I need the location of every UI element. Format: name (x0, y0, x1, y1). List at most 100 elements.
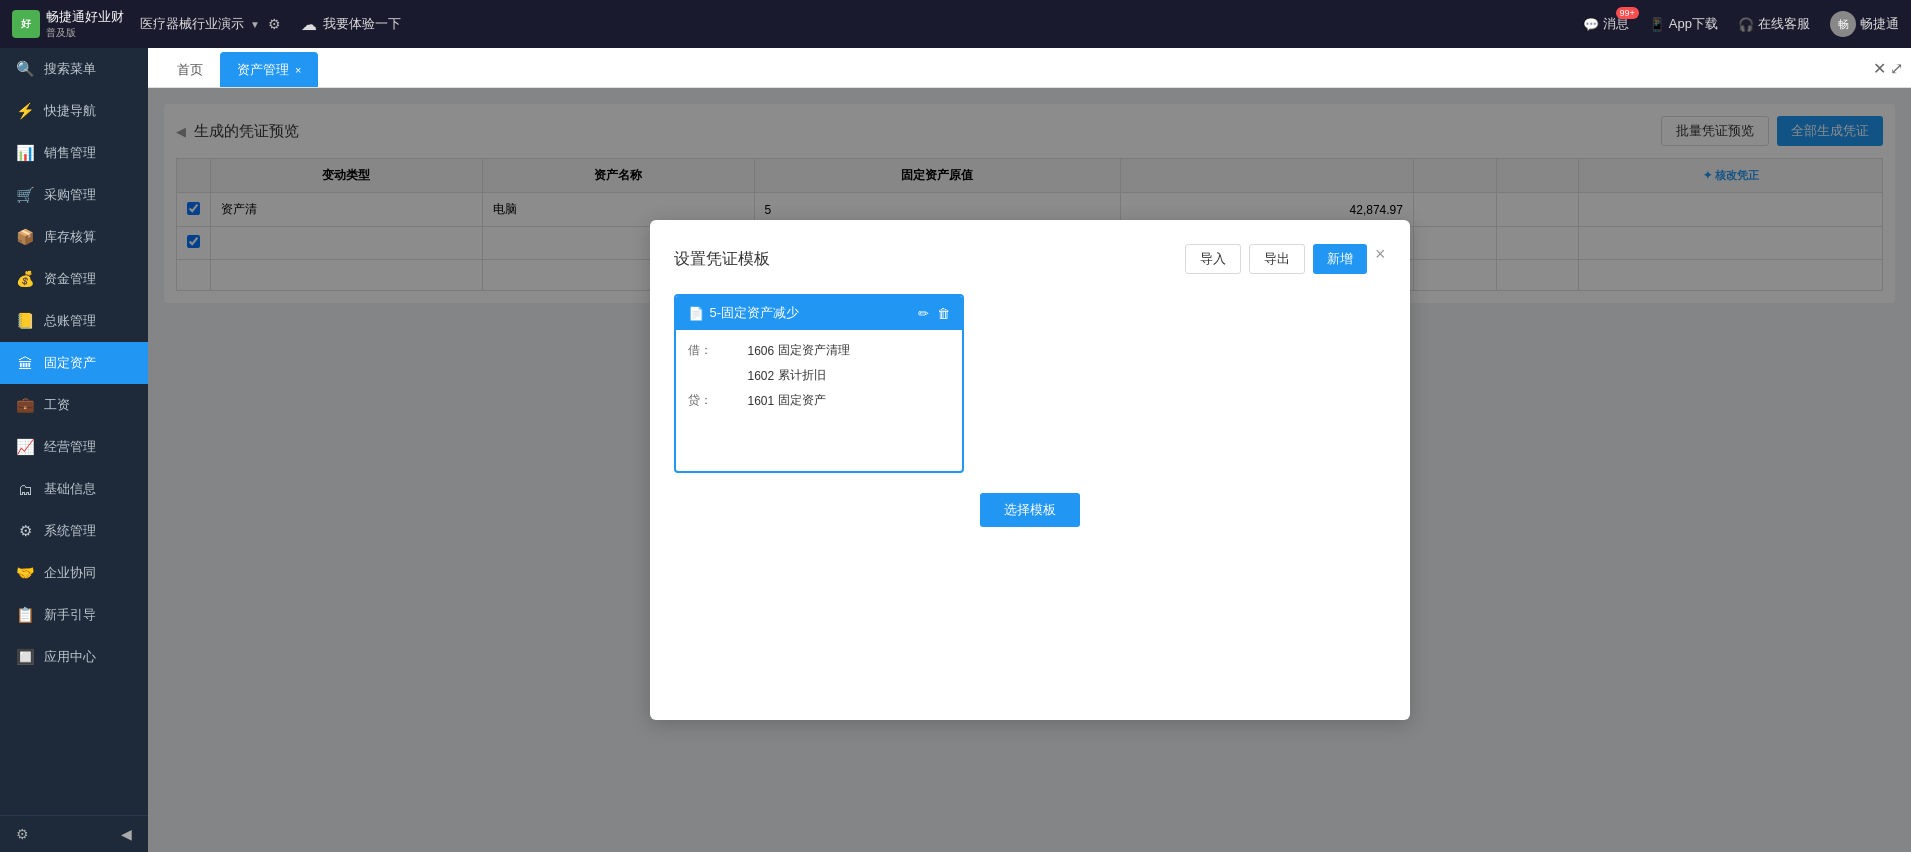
top-bar: 好 畅捷通好业财 普及版 医疗器械行业演示 ▼ ⚙ ☁ 我要体验一下 💬 消息 … (0, 0, 1911, 48)
sidebar-item-basic-info-label: 基础信息 (44, 480, 96, 498)
sidebar-item-finance[interactable]: 💰 资金管理 (0, 258, 148, 300)
modal-overlay: 设置凭证模板 导入 导出 新增 × (148, 88, 1911, 852)
sidebar-item-salary-label: 工资 (44, 396, 70, 414)
online-service-label: 在线客服 (1758, 15, 1810, 33)
template-debit-row-2: 1602 累计折旧 (676, 363, 962, 388)
salary-icon: 💼 (16, 396, 34, 414)
sidebar-item-operations[interactable]: 📈 经营管理 (0, 426, 148, 468)
modal-toolbar: 导入 导出 新增 × (1185, 244, 1386, 274)
fixed-assets-icon: 🏛 (16, 355, 34, 372)
template-delete-icon[interactable]: 🗑 (937, 306, 950, 321)
logo-icon: 好 (12, 10, 40, 38)
sidebar-item-inventory-label: 库存核算 (44, 228, 96, 246)
window-close-button[interactable]: ✕ (1873, 59, 1886, 78)
import-button[interactable]: 导入 (1185, 244, 1241, 274)
page-window-controls: ✕ ⤢ (1873, 48, 1911, 88)
messages-item[interactable]: 💬 消息 99+ (1583, 15, 1629, 33)
window-expand-button[interactable]: ⤢ (1890, 59, 1903, 78)
sidebar-item-enterprise-label: 企业协同 (44, 564, 96, 582)
settings-gear-icon[interactable]: ⚙ (268, 16, 281, 32)
sidebar-item-system[interactable]: ⚙ 系统管理 (0, 510, 148, 552)
content-area: 首页 资产管理 × ✕ ⤢ ◀ 生成的凭证 (148, 48, 1911, 852)
app-container: 好 畅捷通好业财 普及版 医疗器械行业演示 ▼ ⚙ ☁ 我要体验一下 💬 消息 … (0, 0, 1911, 852)
sidebar-item-basic-info[interactable]: 🗂 基础信息 (0, 468, 148, 510)
app-center-icon: 🔲 (16, 648, 34, 666)
template-card[interactable]: 📄 5-固定资产减少 ✏ 🗑 (674, 294, 964, 473)
experience-button[interactable]: ☁ 我要体验一下 (301, 15, 401, 34)
template-card-header-actions: ✏ 🗑 (918, 306, 950, 321)
modal-content: 📄 5-固定资产减少 ✏ 🗑 (674, 294, 1386, 527)
company-name: 医疗器械行业演示 (140, 15, 244, 33)
sidebar-item-quick-nav-label: 快捷导航 (44, 102, 96, 120)
user-name: 畅捷通 (1860, 15, 1899, 33)
select-template-button[interactable]: 选择模板 (980, 493, 1080, 527)
app-download-item[interactable]: 📱 App下载 (1649, 15, 1718, 33)
tabs-wrapper: 首页 资产管理 × (160, 52, 1899, 87)
logo-title: 畅捷通好业财 (46, 8, 124, 26)
template-card-header-left: 📄 5-固定资产减少 (688, 304, 800, 322)
tab-asset-mgmt-label: 资产管理 (237, 61, 289, 79)
search-icon: 🔍 (16, 60, 34, 78)
modal-close-button[interactable]: × (1375, 244, 1386, 274)
sidebar-item-ledger[interactable]: 📒 总账管理 (0, 300, 148, 342)
template-card-body: 借： 1606 固定资产清理 1602 累计折旧 (676, 330, 962, 471)
basic-info-icon: 🗂 (16, 481, 34, 498)
credit-code-1: 1601 (748, 394, 775, 408)
sidebar-item-finance-label: 资金管理 (44, 270, 96, 288)
template-debit-row-1: 借： 1606 固定资产清理 (676, 338, 962, 363)
sidebar-item-salary[interactable]: 💼 工资 (0, 384, 148, 426)
experience-label: 我要体验一下 (323, 15, 401, 33)
template-empty-area (676, 413, 962, 463)
tab-asset-mgmt-close[interactable]: × (295, 64, 301, 76)
sidebar-item-app-center-label: 应用中心 (44, 648, 96, 666)
template-card-header: 📄 5-固定资产减少 ✏ 🗑 (676, 296, 962, 330)
sidebar-menu: 🔍 搜索菜单 ⚡ 快捷导航 📊 销售管理 🛒 采购管理 📦 库存核算 (0, 48, 148, 815)
credit-name-1: 固定资产 (778, 392, 826, 409)
tab-asset-mgmt[interactable]: 资产管理 × (220, 52, 318, 87)
sidebar-item-sales[interactable]: 📊 销售管理 (0, 132, 148, 174)
sidebar-item-purchase[interactable]: 🛒 采购管理 (0, 174, 148, 216)
company-selector[interactable]: 医疗器械行业演示 ▼ (140, 15, 260, 33)
top-bar-right: 💬 消息 99+ 📱 App下载 🎧 在线客服 畅 畅捷通 (1583, 11, 1899, 37)
sidebar: 🔍 搜索菜单 ⚡ 快捷导航 📊 销售管理 🛒 采购管理 📦 库存核算 (0, 48, 148, 852)
page-content: ◀ 生成的凭证预览 批量凭证预览 全部生成凭证 变动类型 资产名称 (148, 88, 1911, 852)
debit-name-2: 累计折旧 (778, 367, 826, 384)
guide-icon: 📋 (16, 606, 34, 624)
sidebar-item-guide[interactable]: 📋 新手引导 (0, 594, 148, 636)
new-template-button[interactable]: 新增 (1313, 244, 1367, 274)
sidebar-item-app-center[interactable]: 🔲 应用中心 (0, 636, 148, 678)
sidebar-item-quick-nav[interactable]: ⚡ 快捷导航 (0, 90, 148, 132)
sidebar-item-purchase-label: 采购管理 (44, 186, 96, 204)
sidebar-item-fixed-assets-label: 固定资产 (44, 354, 96, 372)
online-service-item[interactable]: 🎧 在线客服 (1738, 15, 1810, 33)
sidebar-item-enterprise[interactable]: 🤝 企业协同 (0, 552, 148, 594)
tab-home[interactable]: 首页 (160, 52, 220, 87)
debit-code-1: 1606 (748, 344, 775, 358)
ledger-icon: 📒 (16, 312, 34, 330)
app-icon: 📱 (1649, 17, 1665, 32)
sidebar-item-search-label: 搜索菜单 (44, 60, 96, 78)
sidebar-collapse-icon[interactable]: ◀ (121, 826, 132, 842)
sidebar-item-fixed-assets[interactable]: 🏛 固定资产 (0, 342, 148, 384)
select-template-area: 选择模板 (674, 493, 1386, 527)
debit-code-2: 1602 (748, 369, 775, 383)
sidebar-settings-icon[interactable]: ⚙ (16, 826, 29, 842)
message-icon: 💬 (1583, 17, 1599, 32)
tabs-bar: 首页 资产管理 × ✕ ⤢ (148, 48, 1911, 88)
user-item[interactable]: 畅 畅捷通 (1830, 11, 1899, 37)
template-card-title: 5-固定资产减少 (710, 304, 800, 322)
export-button[interactable]: 导出 (1249, 244, 1305, 274)
sidebar-item-guide-label: 新手引导 (44, 606, 96, 624)
inventory-icon: 📦 (16, 228, 34, 246)
logo-area: 好 畅捷通好业财 普及版 (12, 8, 124, 40)
template-edit-icon[interactable]: ✏ (918, 306, 929, 321)
template-credit-row-1: 贷： 1601 固定资产 (676, 388, 962, 413)
sidebar-item-system-label: 系统管理 (44, 522, 96, 540)
sidebar-item-search[interactable]: 🔍 搜索菜单 (0, 48, 148, 90)
sidebar-item-sales-label: 销售管理 (44, 144, 96, 162)
sidebar-bottom: ⚙ ◀ (0, 815, 148, 852)
purchase-icon: 🛒 (16, 186, 34, 204)
avatar: 畅 (1830, 11, 1856, 37)
debit-label: 借： (688, 342, 748, 359)
sidebar-item-inventory[interactable]: 📦 库存核算 (0, 216, 148, 258)
